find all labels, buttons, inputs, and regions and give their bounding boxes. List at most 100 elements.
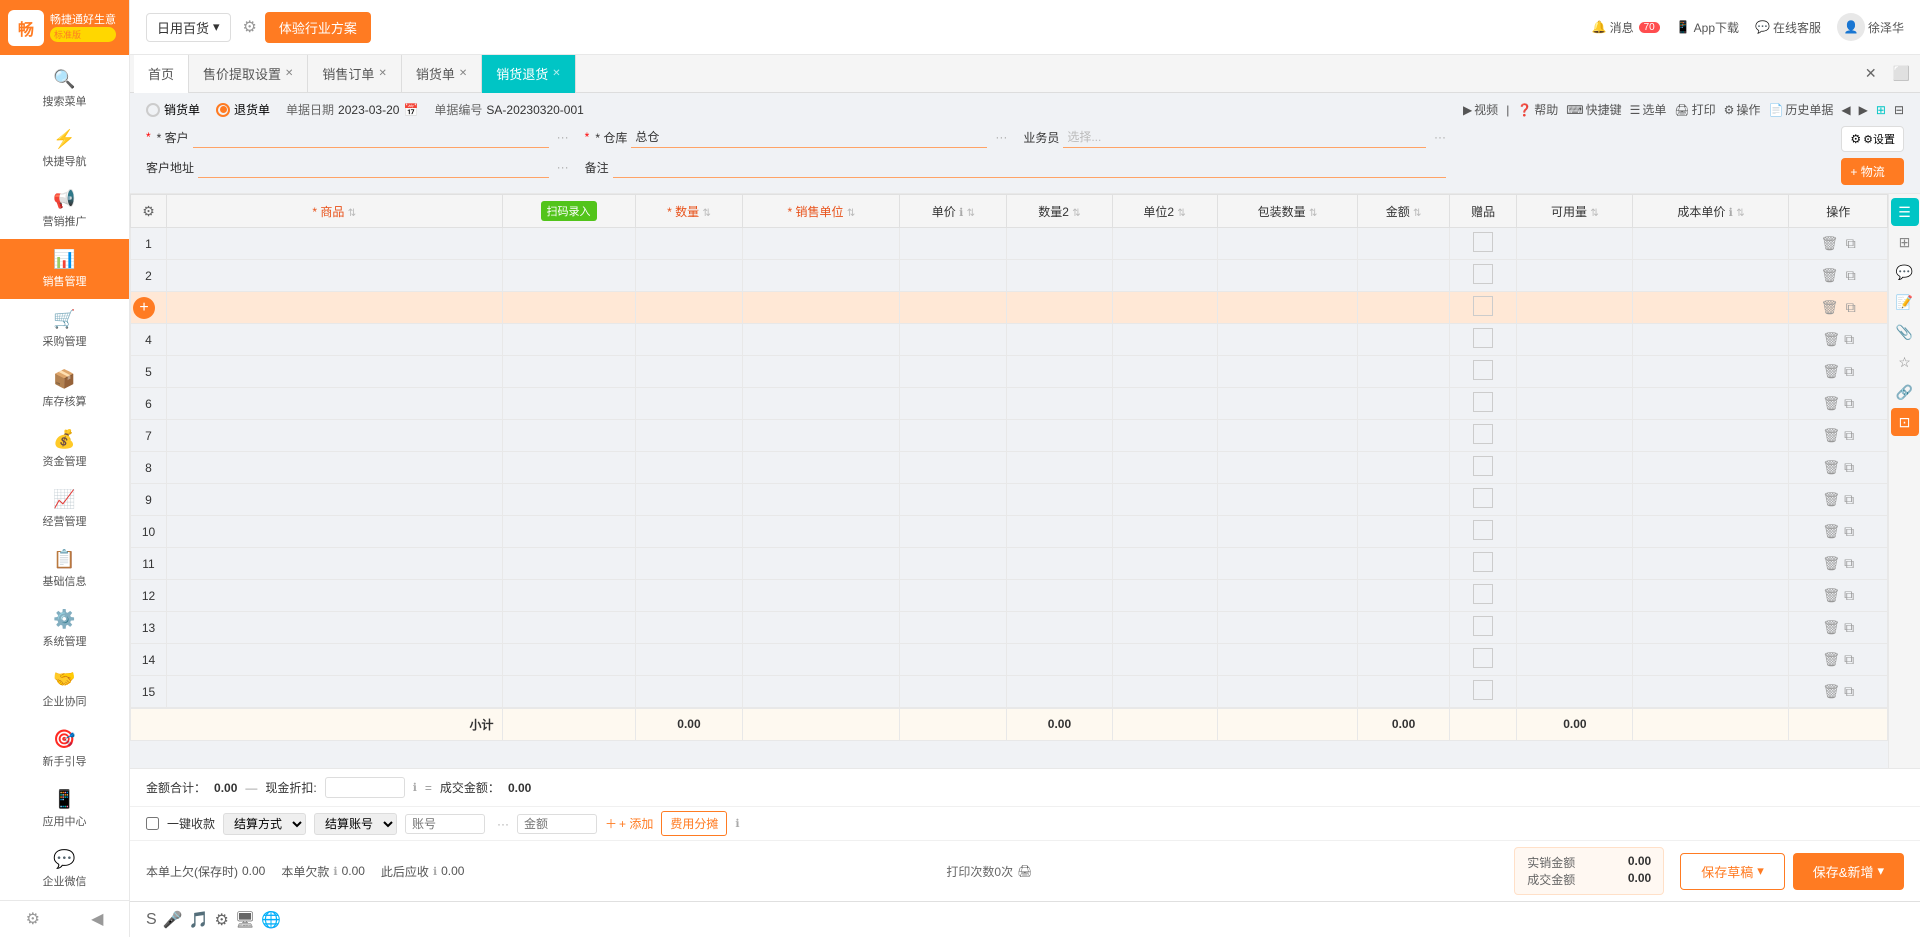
sidebar-item-shortcut[interactable]: ⚡ 快捷导航 [0,119,129,179]
packqty-sort-icon[interactable]: ⇅ [1309,208,1317,219]
row-copy-btn[interactable]: ⧉ [1844,297,1858,318]
unit-sort-icon[interactable]: ⇅ [847,208,855,219]
sidebar-item-marketing[interactable]: 📢 营销推广 [0,179,129,239]
gift-checkbox[interactable] [1473,264,1493,284]
calendar-icon[interactable]: 📅 [403,103,418,117]
right-icon-link[interactable]: 🔗 [1891,378,1919,406]
prev-doc-btn[interactable]: ◀ [1841,103,1850,117]
summary-select[interactable]: 结算账号 [314,813,397,835]
tab-home[interactable]: 首页 [134,55,189,93]
tab-sales-order[interactable]: 销售订单 ✕ [308,55,401,93]
active-row-goods-input[interactable] [171,301,498,315]
sidebar-item-system[interactable]: ⚙️ 系统管理 [0,599,129,659]
onepay-checkbox[interactable] [146,817,159,830]
sidebar-item-basics[interactable]: 📋 基础信息 [0,539,129,599]
row-delete-btn[interactable]: 🗑 [1820,457,1842,478]
select-doc-btn[interactable]: ☰ 选单 [1630,101,1667,118]
sidebar-item-wechat[interactable]: 💬 企业微信 [0,839,129,899]
row-delete-btn[interactable]: 🗑 [1819,233,1841,254]
right-icon-attach[interactable]: 📎 [1891,318,1919,346]
row-delete-btn[interactable]: 🗑 [1820,585,1842,606]
row-pack-qty[interactable] [1217,228,1358,260]
account-input[interactable] [405,814,485,834]
table-gear-icon[interactable]: ⚙ [142,203,155,219]
row-delete-btn[interactable]: 🗑 [1820,425,1842,446]
gift-checkbox[interactable] [1473,424,1493,444]
industry-selector[interactable]: 日用百货 ▾ [146,13,231,42]
gift-checkbox[interactable] [1473,328,1493,348]
add-payment-btn[interactable]: ＋ + 添加 [605,815,653,832]
row-delete-btn[interactable]: 🗑 [1820,393,1842,414]
scan-button[interactable]: 扫码录入 [541,201,597,221]
row-copy-btn[interactable]: ⧉ [1842,425,1856,446]
row-copy-btn[interactable]: ⧉ [1842,553,1856,574]
shortcut-keys-btn[interactable]: ⌨ 快捷键 [1566,101,1621,118]
save-new-btn[interactable]: 保存&新增 ▾ [1793,853,1904,890]
row-delete-btn[interactable]: 🗑 [1820,489,1842,510]
help-btn[interactable]: ❓ 帮助 [1517,101,1558,118]
radio-return[interactable]: 退货单 [216,101,270,118]
tab-sales-delivery[interactable]: 销货单 ✕ [402,55,482,93]
available-sort-icon[interactable]: ⇅ [1590,208,1598,219]
gift-checkbox[interactable] [1473,648,1493,668]
costprice-sort-icon[interactable]: ⇅ [1736,208,1744,219]
sidebar-item-sales[interactable]: 📊 销售管理 [0,239,129,299]
next-doc-btn[interactable]: ▶ [1859,103,1868,117]
logistics-btn[interactable]: + 物流 [1841,158,1904,185]
discount-input[interactable] [325,777,405,798]
gift-checkbox[interactable] [1473,616,1493,636]
grid-view-btn[interactable]: ⊞ [1876,103,1886,117]
gift-checkbox[interactable] [1473,232,1493,252]
ime-icon-monitor[interactable]: 🖥 [235,910,255,930]
row-copy-btn[interactable]: ⧉ [1842,585,1856,606]
row-copy-btn[interactable]: ⧉ [1842,617,1856,638]
row-delete-btn[interactable]: 🗑 [1820,521,1842,542]
notification-btn[interactable]: 🔔 消息 70 [1592,19,1660,36]
tab-price-settings[interactable]: 售价提取设置 ✕ [189,55,308,93]
ime-icon-s[interactable]: S [146,911,157,929]
address-dots[interactable]: ··· [557,160,569,174]
tabbar-close-btn[interactable]: ✕ [1859,63,1883,84]
doc-date-value[interactable]: 2023-03-20 [338,103,399,117]
tab-sales-order-close-icon[interactable]: ✕ [378,68,386,79]
row-delete-btn[interactable]: 🗑 [1819,297,1841,318]
gift-checkbox[interactable] [1473,296,1493,316]
row-copy-btn[interactable]: ⧉ [1842,457,1856,478]
row-unit[interactable] [743,228,900,260]
right-icon-form[interactable]: ☰ [1891,198,1919,226]
doc-no-value[interactable]: SA-20230320-001 [486,103,583,117]
row-delete-btn[interactable]: 🗑 [1820,361,1842,382]
ime-icon-mic[interactable]: 🎤 [163,910,183,930]
customer-input[interactable] [193,126,549,148]
row-copy-btn[interactable]: ⧉ [1842,521,1856,542]
row-copy-btn[interactable]: ⧉ [1842,489,1856,510]
account-dots[interactable]: ··· [497,817,509,831]
row-unit2[interactable] [1112,228,1217,260]
save-draft-btn[interactable]: 保存草稿 ▾ [1680,853,1785,890]
history-btn[interactable]: 📄 历史单据 [1768,101,1833,118]
video-btn[interactable]: ▶ 视频 [1463,101,1498,118]
tab-return-close-icon[interactable]: ✕ [552,68,560,79]
ime-icon-globe[interactable]: 🌐 [261,910,281,930]
row-price[interactable] [900,228,1007,260]
address-input[interactable] [198,156,549,178]
sidebar-item-appstore[interactable]: 📱 应用中心 [0,779,129,839]
sidebar-item-operations[interactable]: 📈 经营管理 [0,479,129,539]
goods-sort-icon[interactable]: ⇅ [348,208,356,219]
sidebar-item-purchase[interactable]: 🛒 采购管理 [0,299,129,359]
row-copy-btn[interactable]: ⧉ [1842,329,1856,350]
sidebar-item-newguide[interactable]: 🎯 新手引导 [0,719,129,779]
row-copy-btn[interactable]: ⧉ [1842,681,1856,702]
ime-icon-setting[interactable]: ⚙ [215,910,229,930]
row-copy-btn[interactable]: ⧉ [1844,233,1858,254]
user-profile[interactable]: 👤 徐泽华 [1837,13,1904,41]
fee-split-btn[interactable]: 费用分摊 [661,811,727,836]
row-delete-btn[interactable]: 🗑 [1820,649,1842,670]
row-goods[interactable] [167,228,503,260]
gift-checkbox[interactable] [1473,392,1493,412]
sidebar-item-finance[interactable]: 💰 资金管理 [0,419,129,479]
customer-dots[interactable]: ··· [557,130,569,144]
gift-checkbox[interactable] [1473,680,1493,700]
topbar-gear-icon[interactable]: ⚙ [243,17,257,37]
right-icon-note[interactable]: 📝 [1891,288,1919,316]
